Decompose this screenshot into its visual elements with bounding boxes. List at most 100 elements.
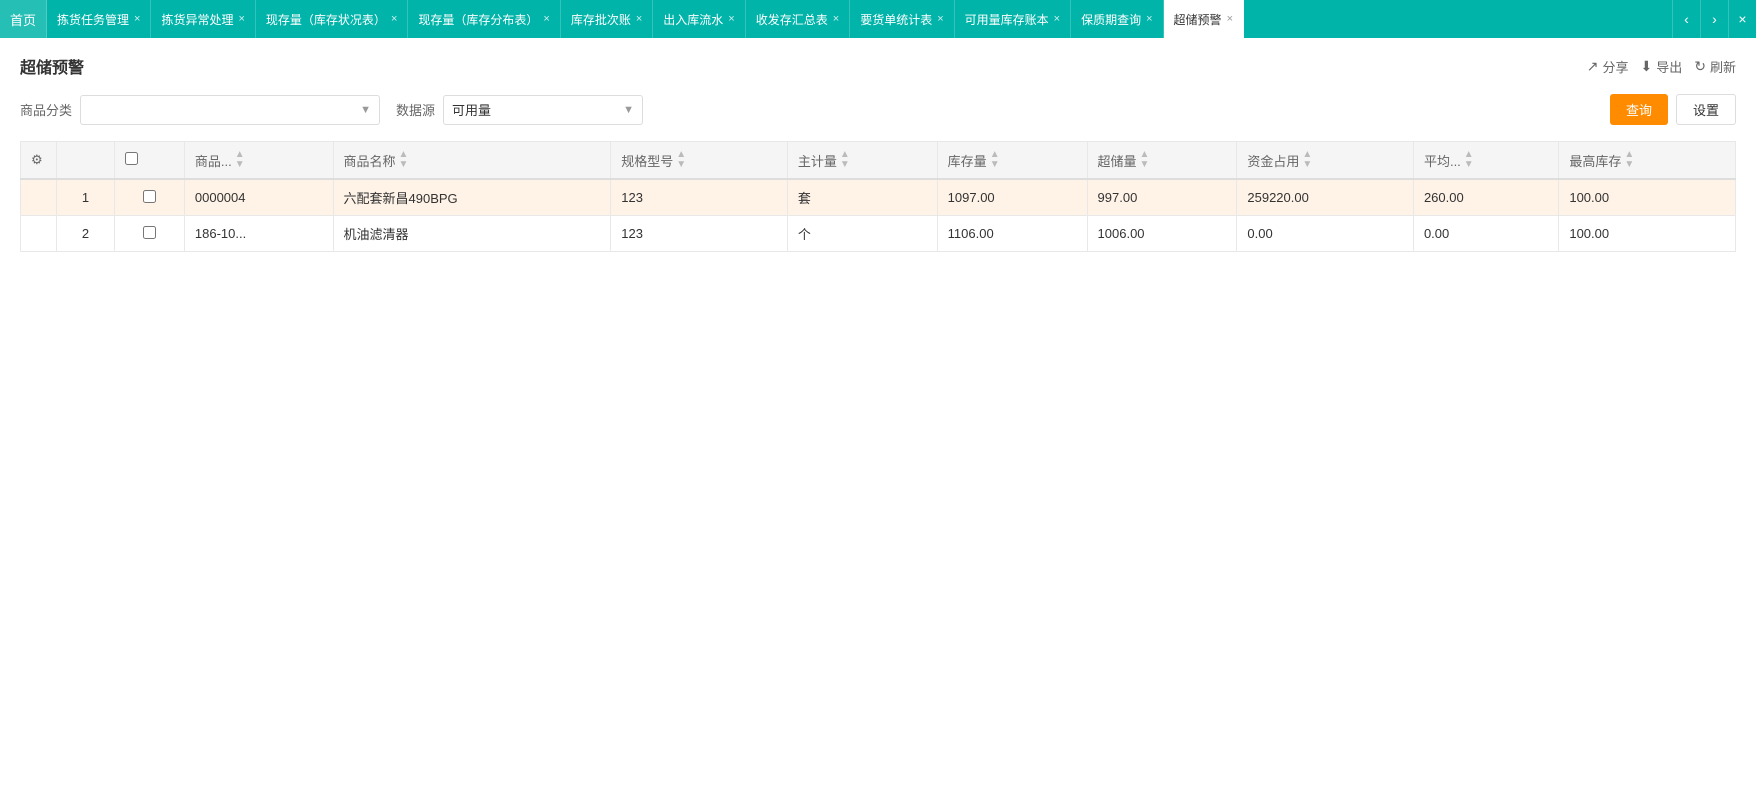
th-overstock-label: 超储量	[1098, 151, 1137, 170]
col-sort-spec[interactable]: 规格型号 ▲▼	[621, 150, 686, 170]
row-unit: 个	[787, 216, 937, 252]
th-avg[interactable]: 平均... ▲▼	[1413, 142, 1558, 180]
nav-arrow-left[interactable]: ‹	[1672, 0, 1700, 38]
refresh-label: 刷新	[1710, 57, 1736, 76]
data-source-label: 数据源	[396, 100, 435, 119]
col-sort-avg[interactable]: 平均... ▲▼	[1424, 150, 1474, 170]
query-button[interactable]: 查询	[1610, 94, 1668, 125]
row-overstock: 997.00	[1087, 179, 1237, 216]
nav-item-inout[interactable]: 出入库流水 ×	[653, 0, 745, 38]
col-sort-product-code[interactable]: 商品... ▲▼	[195, 150, 245, 170]
th-stock[interactable]: 库存量 ▲▼	[937, 142, 1087, 180]
nav-close-overstock[interactable]: ×	[1227, 13, 1233, 25]
gear-icon[interactable]: ⚙	[31, 152, 43, 167]
nav-close-batch[interactable]: ×	[636, 13, 642, 25]
nav-label-expiry: 保质期查询	[1081, 11, 1141, 28]
row-checkbox-cell[interactable]	[115, 216, 185, 252]
th-gear[interactable]: ⚙	[21, 142, 57, 180]
th-overstock[interactable]: 超储量 ▲▼	[1087, 142, 1237, 180]
th-avg-label: 平均...	[1424, 151, 1461, 170]
export-label: 导出	[1656, 57, 1682, 76]
col-sort-capital[interactable]: 资金占用 ▲▼	[1247, 150, 1312, 170]
sort-icon-product-code: ▲▼	[235, 150, 245, 170]
row-stock: 1097.00	[937, 179, 1087, 216]
th-product-code[interactable]: 商品... ▲▼	[184, 142, 333, 180]
nav-arrow-right[interactable]: ›	[1700, 0, 1728, 38]
sort-icon-unit: ▲▼	[840, 150, 850, 170]
th-max-stock[interactable]: 最高库存 ▲▼	[1559, 142, 1736, 180]
nav-item-overstock[interactable]: 超储预警 ×	[1164, 0, 1244, 38]
row-capital: 0.00	[1237, 216, 1414, 252]
filter-data-source: 数据源 可用量 ▼	[396, 95, 643, 125]
sort-icon-max-stock: ▲▼	[1624, 150, 1634, 170]
nav-arrow-close[interactable]: ×	[1728, 0, 1756, 38]
share-button[interactable]: ↗ 分享	[1587, 57, 1629, 76]
th-capital[interactable]: 资金占用 ▲▼	[1237, 142, 1414, 180]
product-category-chevron: ▼	[360, 104, 371, 116]
row-gear-cell	[21, 216, 57, 252]
settings-button[interactable]: 设置	[1676, 94, 1736, 125]
table-row: 1 0000004 六配套新昌490BPG 123 套 1097.00 997.…	[21, 179, 1736, 216]
nav-label-batch: 库存批次账	[571, 11, 631, 28]
refresh-button[interactable]: ↻ 刷新	[1694, 57, 1736, 76]
nav-item-order-stat[interactable]: 要货单统计表 ×	[850, 0, 954, 38]
row-checkbox[interactable]	[143, 190, 156, 203]
nav-arrows: ‹ › ×	[1672, 0, 1756, 38]
sort-icon-spec: ▲▼	[676, 150, 686, 170]
th-capital-label: 资金占用	[1247, 151, 1299, 170]
nav-item-collect[interactable]: 收发存汇总表 ×	[746, 0, 850, 38]
th-checkbox[interactable]	[115, 142, 185, 180]
nav-item-stock-dist[interactable]: 现存量（库存分布表） ×	[408, 0, 560, 38]
row-stock: 1106.00	[937, 216, 1087, 252]
col-sort-stock[interactable]: 库存量 ▲▼	[948, 150, 1000, 170]
nav-item-abnormal[interactable]: 拣货异常处理 ×	[151, 0, 255, 38]
row-checkbox-cell[interactable]	[115, 179, 185, 216]
row-index-cell: 1	[57, 179, 115, 216]
th-spec-label: 规格型号	[621, 151, 673, 170]
col-sort-unit[interactable]: 主计量 ▲▼	[798, 150, 850, 170]
nav-label-home: 首页	[10, 10, 36, 29]
page-title: 超储预警	[20, 54, 84, 78]
nav-label-overstock: 超储预警	[1174, 11, 1222, 28]
nav-close-avail-account[interactable]: ×	[1054, 13, 1060, 25]
row-product-name: 六配套新昌490BPG	[333, 179, 611, 216]
row-checkbox[interactable]	[143, 226, 156, 239]
sort-icon-capital: ▲▼	[1302, 150, 1312, 170]
nav-close-expiry[interactable]: ×	[1146, 13, 1152, 25]
nav-close-stock-status[interactable]: ×	[391, 13, 397, 25]
header-actions: ↗ 分享 ⬇ 导出 ↻ 刷新	[1587, 57, 1736, 76]
sort-icon-product-name: ▲▼	[399, 150, 409, 170]
row-gear-cell	[21, 179, 57, 216]
nav-close-inout[interactable]: ×	[728, 13, 734, 25]
row-product-code: 186-10...	[184, 216, 333, 252]
col-sort-max-stock[interactable]: 最高库存 ▲▼	[1569, 150, 1634, 170]
row-unit: 套	[787, 179, 937, 216]
nav-close-abnormal[interactable]: ×	[238, 13, 244, 25]
top-navigation: 首页 拣货任务管理 × 拣货异常处理 × 现存量（库存状况表） × 现存量（库存…	[0, 0, 1756, 38]
nav-item-batch[interactable]: 库存批次账 ×	[561, 0, 653, 38]
col-sort-overstock[interactable]: 超储量 ▲▼	[1098, 150, 1150, 170]
nav-close-stock-dist[interactable]: ×	[543, 13, 549, 25]
product-category-select[interactable]: ▼	[80, 95, 380, 125]
export-button[interactable]: ⬇ 导出	[1641, 57, 1683, 76]
nav-close-task[interactable]: ×	[134, 13, 140, 25]
nav-item-expiry[interactable]: 保质期查询 ×	[1071, 0, 1163, 38]
select-all-checkbox[interactable]	[125, 152, 138, 165]
th-spec[interactable]: 规格型号 ▲▼	[611, 142, 788, 180]
data-source-select[interactable]: 可用量 ▼	[443, 95, 643, 125]
filter-buttons: 查询 设置	[1610, 94, 1736, 125]
nav-label-inout: 出入库流水	[663, 11, 723, 28]
row-product-code: 0000004	[184, 179, 333, 216]
col-sort-product-name[interactable]: 商品名称 ▲▼	[344, 150, 409, 170]
nav-label-stock-dist: 现存量（库存分布表）	[418, 11, 538, 28]
th-unit[interactable]: 主计量 ▲▼	[787, 142, 937, 180]
nav-item-avail-account[interactable]: 可用量库存账本 ×	[955, 0, 1071, 38]
nav-item-home[interactable]: 首页	[0, 0, 47, 38]
nav-item-stock-status[interactable]: 现存量（库存状况表） ×	[256, 0, 408, 38]
nav-item-task[interactable]: 拣货任务管理 ×	[47, 0, 151, 38]
th-product-name[interactable]: 商品名称 ▲▼	[333, 142, 611, 180]
nav-close-order-stat[interactable]: ×	[937, 13, 943, 25]
data-source-value: 可用量	[452, 100, 491, 119]
row-product-name: 机油滤清器	[333, 216, 611, 252]
nav-close-collect[interactable]: ×	[833, 13, 839, 25]
